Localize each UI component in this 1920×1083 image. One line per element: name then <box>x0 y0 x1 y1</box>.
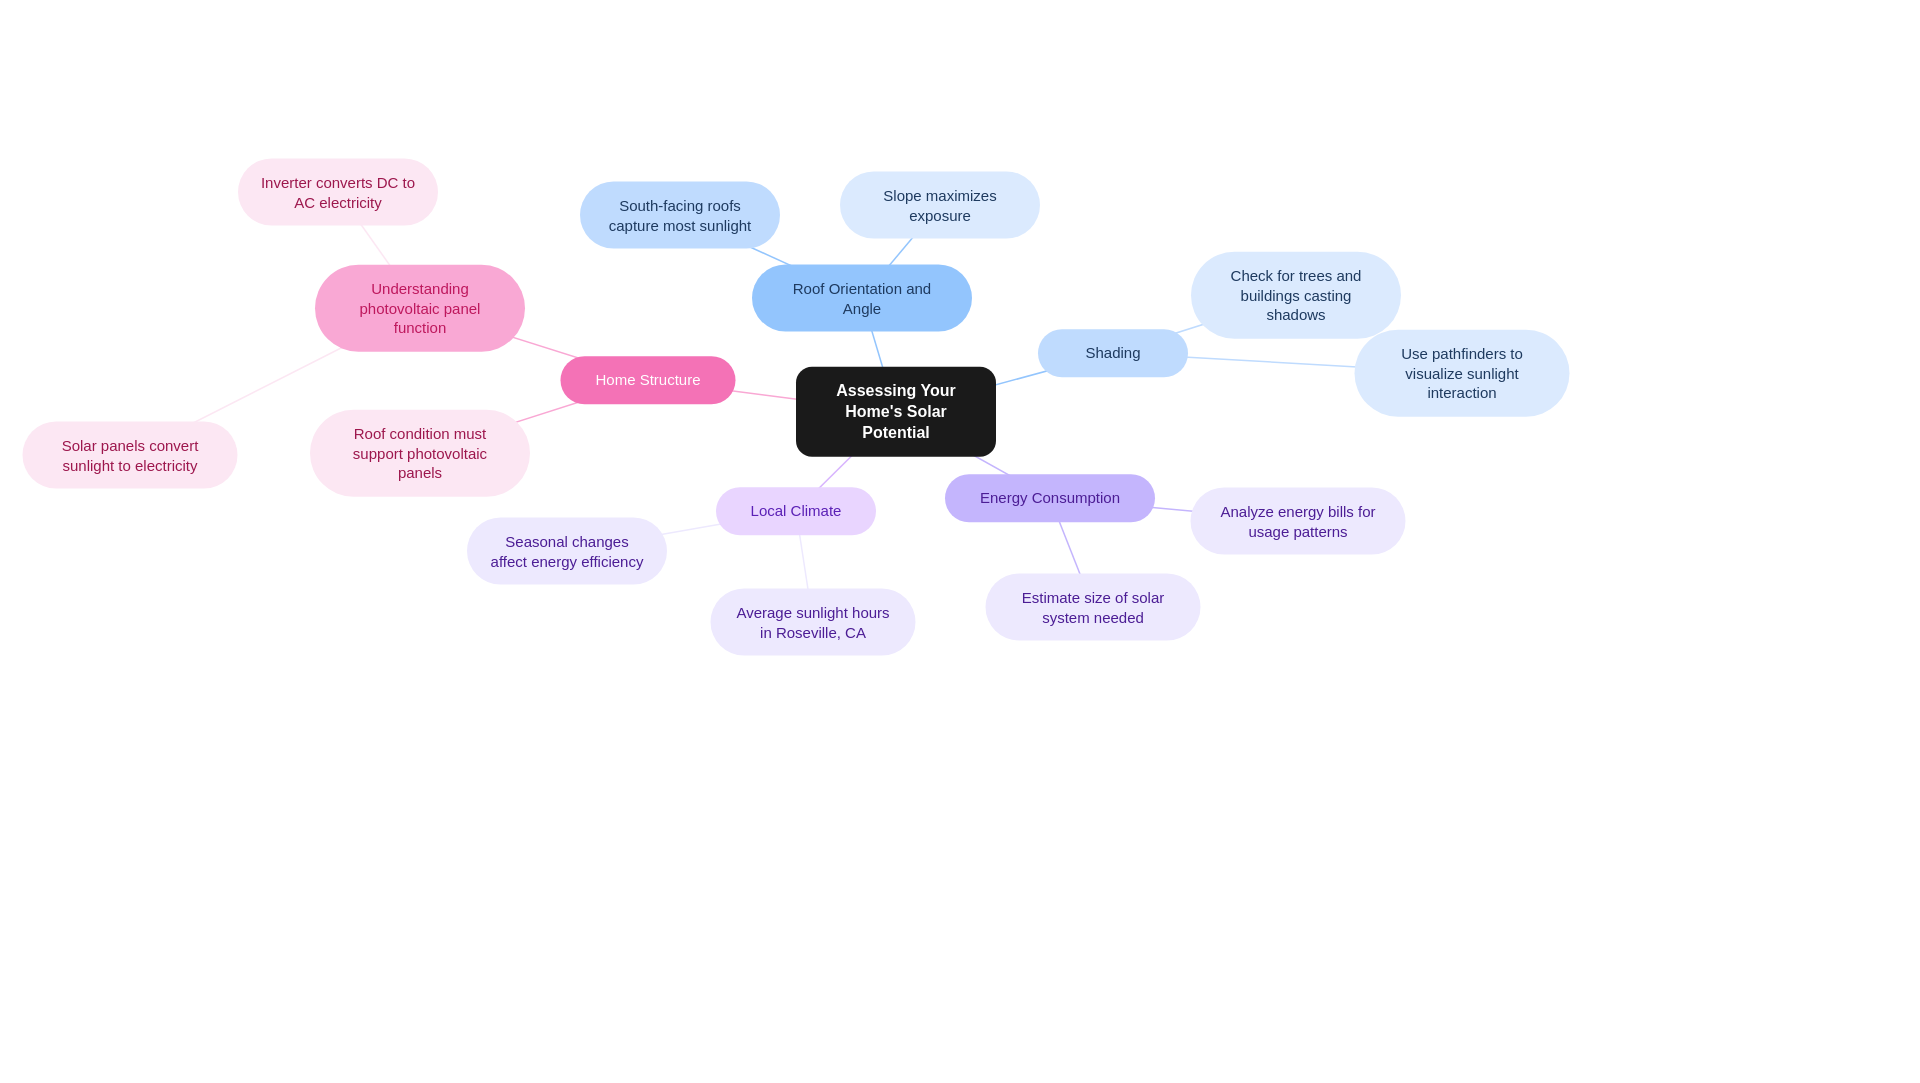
estimate-size-node[interactable]: Estimate size of solar system needed <box>986 574 1201 641</box>
center-node[interactable]: Assessing Your Home's Solar Potential <box>796 367 996 457</box>
pathfinders-node[interactable]: Use pathfinders to visualize sunlight in… <box>1355 330 1570 417</box>
check-trees-node[interactable]: Check for trees and buildings casting sh… <box>1191 252 1401 339</box>
mind-map: Assessing Your Home's Solar Potential Ho… <box>0 0 1920 1083</box>
home-structure-node[interactable]: Home Structure <box>561 356 736 404</box>
understanding-pv-node[interactable]: Understanding photovoltaic panel functio… <box>315 265 525 352</box>
local-climate-node[interactable]: Local Climate <box>716 487 876 535</box>
roof-orientation-node[interactable]: Roof Orientation and Angle <box>752 265 972 332</box>
avg-sunlight-node[interactable]: Average sunlight hours in Roseville, CA <box>711 589 916 656</box>
south-facing-node[interactable]: South-facing roofs capture most sunlight <box>580 182 780 249</box>
seasonal-changes-node[interactable]: Seasonal changes affect energy efficienc… <box>467 518 667 585</box>
slope-node[interactable]: Slope maximizes exposure <box>840 172 1040 239</box>
solar-panels-convert-node[interactable]: Solar panels convert sunlight to electri… <box>23 422 238 489</box>
energy-consumption-node[interactable]: Energy Consumption <box>945 474 1155 522</box>
shading-node[interactable]: Shading <box>1038 329 1188 377</box>
analyze-bills-node[interactable]: Analyze energy bills for usage patterns <box>1191 488 1406 555</box>
roof-condition-node[interactable]: Roof condition must support photovoltaic… <box>310 410 530 497</box>
inverter-node[interactable]: Inverter converts DC to AC electricity <box>238 159 438 226</box>
